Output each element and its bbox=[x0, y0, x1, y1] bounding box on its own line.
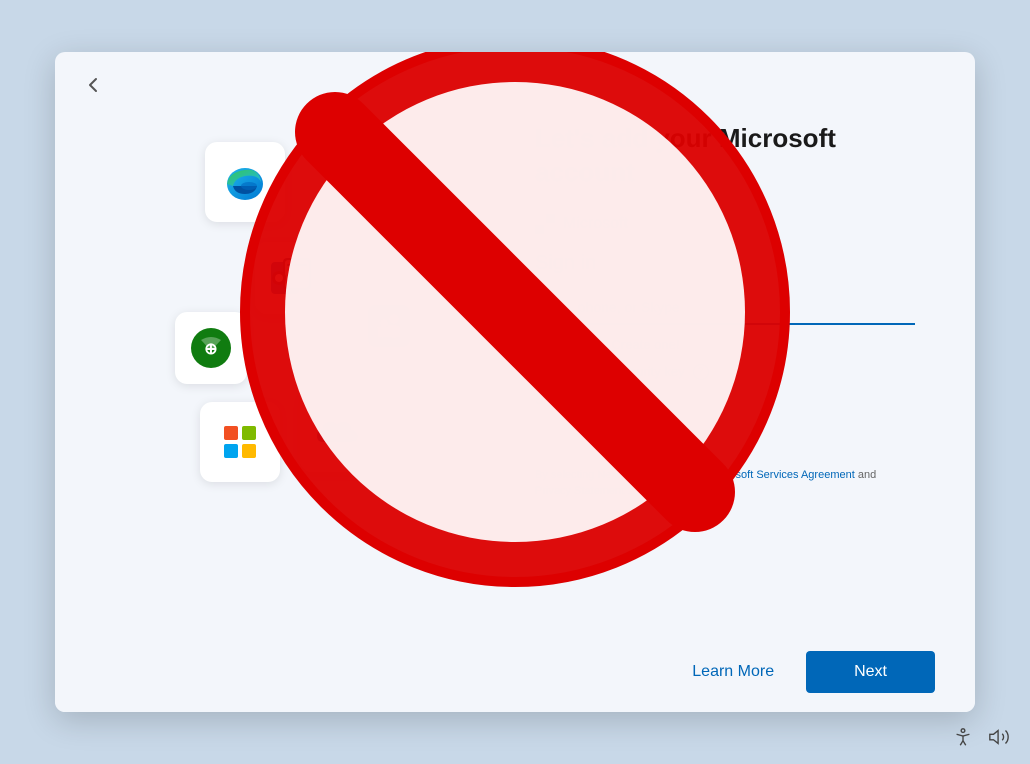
signin-label: Sign in bbox=[535, 252, 915, 275]
privacy-link[interactable]: Privacy Statement bbox=[535, 485, 624, 497]
ms-logo-blue bbox=[535, 225, 544, 234]
microsoft-logo bbox=[535, 214, 555, 234]
edge-icon-card bbox=[205, 142, 285, 222]
xbox-icon-card: ⊕ bbox=[175, 312, 247, 384]
svg-text:O: O bbox=[352, 216, 369, 241]
taskbar-icons bbox=[952, 726, 1010, 748]
onedrive-icon-card bbox=[300, 392, 380, 472]
help-icon[interactable]: ? bbox=[693, 364, 709, 380]
back-button[interactable] bbox=[77, 72, 111, 103]
sign-in-with-key-link[interactable]: Sign in with a security key bbox=[535, 364, 685, 379]
ms-logo-green bbox=[546, 214, 555, 223]
sound-icon[interactable] bbox=[988, 726, 1010, 748]
office-icon-card: O bbox=[325, 192, 397, 264]
dialog-title: Let's add your Microsoft account bbox=[535, 122, 915, 190]
sign-in-panel: Let's add your Microsoft account Microso… bbox=[535, 122, 915, 500]
dialog-window: O bbox=[55, 52, 975, 712]
email-input-wrapper bbox=[535, 291, 915, 325]
bottom-buttons-bar: Learn More Next bbox=[55, 632, 975, 712]
next-button[interactable]: Next bbox=[806, 651, 935, 693]
microsoft-logo-row: Microsoft bbox=[535, 214, 915, 234]
sign-in-options-row: Sign in with a security key ? bbox=[535, 364, 915, 380]
svg-text:⊕: ⊕ bbox=[204, 341, 217, 358]
sign-in-options-link[interactable]: Sign-in options bbox=[535, 392, 915, 407]
store-icon-card bbox=[200, 402, 280, 482]
teams-icon-card bbox=[355, 292, 423, 360]
email-input[interactable] bbox=[535, 291, 915, 325]
terms-link1[interactable]: Microsoft Services Agreement bbox=[709, 469, 855, 481]
microsoft-label: Microsoft bbox=[563, 215, 628, 233]
outlook-icon-card bbox=[255, 242, 327, 314]
ms-logo-yellow bbox=[546, 225, 555, 234]
create-account-link[interactable]: Create one! bbox=[612, 337, 680, 352]
learn-more-button[interactable]: Learn More bbox=[672, 653, 794, 691]
terms-text: By selecting Next, you agree to the Micr… bbox=[535, 467, 915, 500]
no-account-text: No account? Create one! bbox=[535, 337, 915, 352]
accessibility-icon[interactable] bbox=[952, 726, 974, 748]
app-icons-panel: O bbox=[115, 132, 435, 612]
ms-logo-red bbox=[535, 214, 544, 223]
